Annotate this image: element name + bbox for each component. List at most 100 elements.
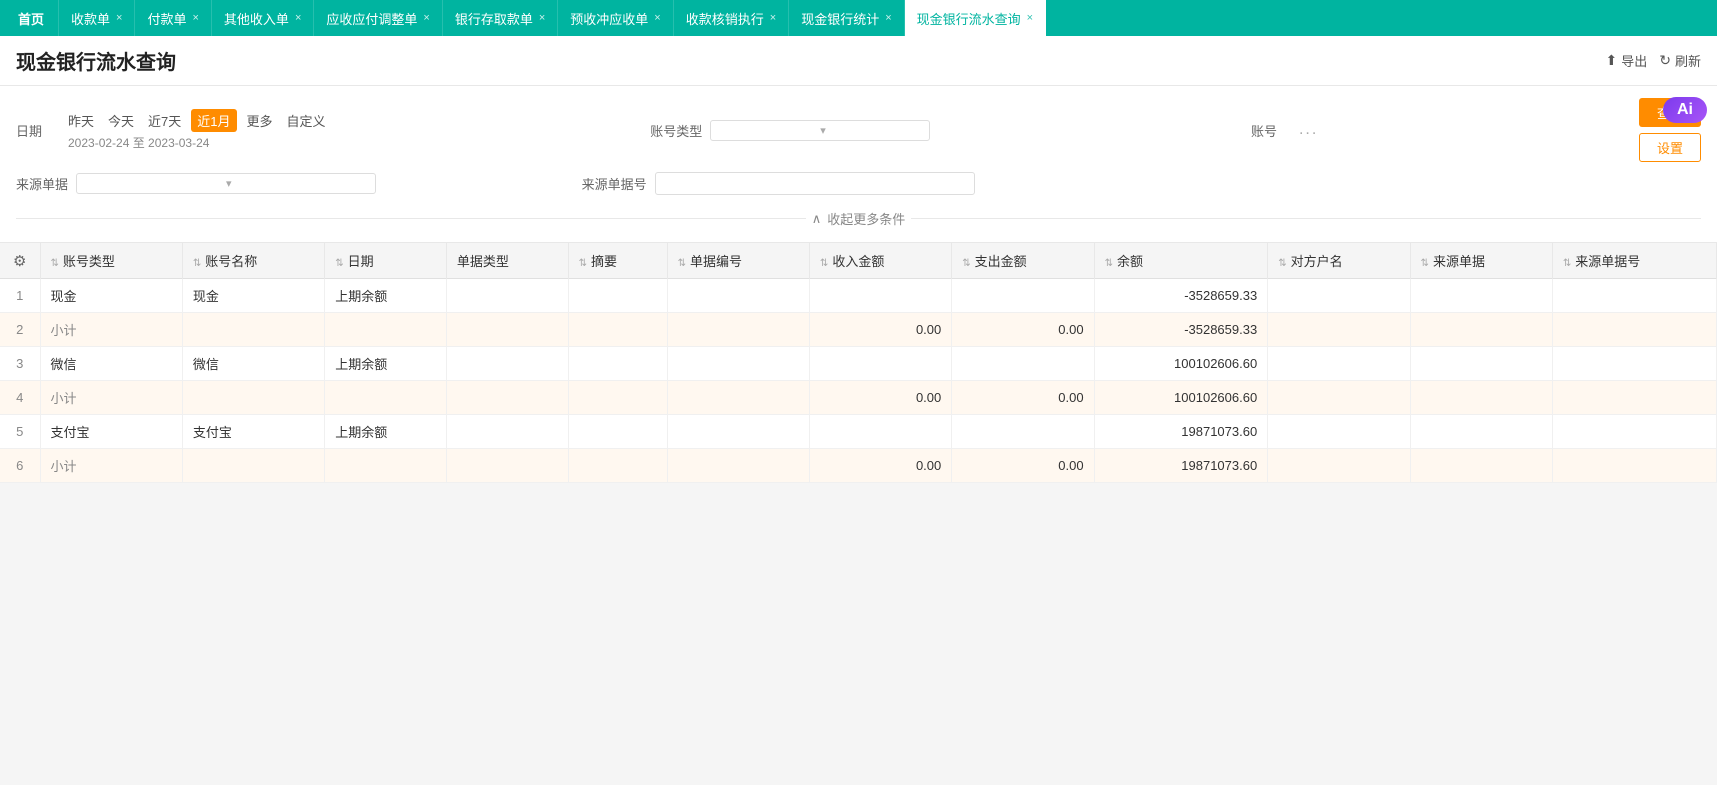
refresh-button[interactable]: ↻ 刷新 <box>1659 51 1701 70</box>
table-cell: 上期余额 <box>325 415 447 449</box>
table-cell: 支付宝 <box>182 415 324 449</box>
close-icon[interactable]: × <box>295 12 301 24</box>
table-cell: 微信 <box>182 347 324 381</box>
date-opt-7days[interactable]: 近7天 <box>144 109 185 132</box>
table-cell <box>568 415 667 449</box>
th-income[interactable]: ⇅收入金额 <box>809 243 951 279</box>
table-cell: 2 <box>0 313 40 347</box>
date-options: 昨天 今天 近7天 近1月 更多 自定义 <box>64 109 330 132</box>
table-cell <box>667 415 809 449</box>
table-cell <box>568 313 667 347</box>
th-account-name[interactable]: ⇅账号名称 <box>182 243 324 279</box>
date-opt-today[interactable]: 今天 <box>104 109 138 132</box>
th-counterpart[interactable]: ⇅对方户名 <box>1268 243 1410 279</box>
th-gear[interactable]: ⚙ <box>0 243 40 279</box>
table-cell <box>1552 279 1716 313</box>
sort-icon: ⇅ <box>678 258 686 269</box>
table-cell <box>568 449 667 483</box>
nav-cash-flow-query[interactable]: 现金银行流水查询 × <box>905 0 1046 36</box>
table-cell <box>446 415 568 449</box>
th-source-doc-no[interactable]: ⇅来源单据号 <box>1552 243 1716 279</box>
ai-badge[interactable]: Ai <box>1663 97 1707 123</box>
table-cell <box>1268 381 1410 415</box>
table-cell: 0.00 <box>809 313 951 347</box>
th-balance[interactable]: ⇅余额 <box>1094 243 1268 279</box>
th-expense[interactable]: ⇅支出金额 <box>952 243 1094 279</box>
table-cell <box>1552 381 1716 415</box>
close-icon[interactable]: × <box>654 12 660 24</box>
date-opt-more[interactable]: 更多 <box>243 109 277 132</box>
th-account-type[interactable]: ⇅账号类型 <box>40 243 182 279</box>
table-cell <box>325 313 447 347</box>
export-button[interactable]: ⬆ 导出 <box>1606 51 1648 70</box>
table-cell: -3528659.33 <box>1094 313 1268 347</box>
th-doc-no[interactable]: ⇅单据编号 <box>667 243 809 279</box>
table-cell <box>568 381 667 415</box>
table-cell <box>446 449 568 483</box>
nav-home[interactable]: 首页 <box>4 0 59 36</box>
more-options-icon[interactable]: ... <box>1299 121 1318 139</box>
table-cell: 现金 <box>182 279 324 313</box>
nav-bank-deposit[interactable]: 银行存取款单 × <box>443 0 558 36</box>
sort-icon: ⇅ <box>579 258 587 269</box>
table-cell <box>1410 279 1552 313</box>
data-table: ⚙ ⇅账号类型 ⇅账号名称 ⇅日期 单据类型 ⇅摘要 ⇅单据编号 ⇅收入金额 ⇅… <box>0 243 1717 483</box>
table-row: 1现金现金上期余额-3528659.33 <box>0 279 1717 313</box>
date-opt-custom[interactable]: 自定义 <box>283 109 330 132</box>
nav-advance-offset[interactable]: 预收冲应收单 × <box>558 0 673 36</box>
nav-receipt[interactable]: 收款单 × <box>59 0 135 36</box>
close-icon[interactable]: × <box>192 12 198 24</box>
sort-icon: ⇅ <box>335 258 343 269</box>
table-cell <box>1268 449 1410 483</box>
close-icon[interactable]: × <box>770 12 776 24</box>
nav-collection-exec[interactable]: 收款核销执行 × <box>674 0 789 36</box>
close-icon[interactable]: × <box>1027 12 1033 24</box>
table-cell <box>1552 347 1716 381</box>
table-cell: 现金 <box>40 279 182 313</box>
sort-icon: ⇅ <box>193 258 201 269</box>
close-icon[interactable]: × <box>885 12 891 24</box>
page-title: 现金银行流水查询 <box>16 46 176 75</box>
top-navigation: 首页 收款单 × 付款单 × 其他收入单 × 应收应付调整单 × 银行存取款单 … <box>0 0 1717 36</box>
close-icon[interactable]: × <box>423 12 429 24</box>
table-cell <box>446 381 568 415</box>
table-cell: 上期余额 <box>325 347 447 381</box>
th-doc-type[interactable]: 单据类型 <box>446 243 568 279</box>
close-icon[interactable]: × <box>116 12 122 24</box>
gear-icon[interactable]: ⚙ <box>13 253 26 270</box>
account-type-label: 账号类型 <box>650 121 702 140</box>
nav-other-income[interactable]: 其他收入单 × <box>212 0 314 36</box>
collapse-bar[interactable]: ∧ 收起更多条件 <box>16 205 1701 234</box>
table-cell <box>568 347 667 381</box>
th-source-doc[interactable]: ⇅来源单据 <box>1410 243 1552 279</box>
account-type-select[interactable]: ▾ <box>710 120 930 141</box>
table-cell: 19871073.60 <box>1094 415 1268 449</box>
table-cell: 上期余额 <box>325 279 447 313</box>
date-opt-yesterday[interactable]: 昨天 <box>64 109 98 132</box>
th-date[interactable]: ⇅日期 <box>325 243 447 279</box>
table-cell <box>952 347 1094 381</box>
nav-payment[interactable]: 付款单 × <box>135 0 211 36</box>
sort-icon: ⇅ <box>1563 258 1571 269</box>
table-cell <box>182 381 324 415</box>
table-cell <box>809 347 951 381</box>
date-range-display: 2023-02-24 至 2023-03-24 <box>68 134 330 151</box>
nav-adjustment[interactable]: 应收应付调整单 × <box>314 0 442 36</box>
table-cell: 小计 <box>40 381 182 415</box>
table-container: ⚙ ⇅账号类型 ⇅账号名称 ⇅日期 单据类型 ⇅摘要 ⇅单据编号 ⇅收入金额 ⇅… <box>0 243 1717 483</box>
source-doc-select[interactable]: ▾ <box>76 173 376 194</box>
th-summary[interactable]: ⇅摘要 <box>568 243 667 279</box>
source-doc-no-input[interactable] <box>655 172 975 195</box>
settings-button[interactable]: 设置 <box>1639 133 1701 162</box>
table-cell: -3528659.33 <box>1094 279 1268 313</box>
table-cell <box>952 415 1094 449</box>
table-cell <box>1552 449 1716 483</box>
header-actions: ⬆ 导出 ↻ 刷新 <box>1606 51 1702 70</box>
nav-cash-stats[interactable]: 现金银行统计 × <box>789 0 904 36</box>
date-label: 日期 <box>16 121 56 140</box>
table-cell <box>1268 313 1410 347</box>
date-opt-1month[interactable]: 近1月 <box>191 109 236 132</box>
table-cell: 0.00 <box>952 313 1094 347</box>
close-icon[interactable]: × <box>539 12 545 24</box>
table-cell: 19871073.60 <box>1094 449 1268 483</box>
